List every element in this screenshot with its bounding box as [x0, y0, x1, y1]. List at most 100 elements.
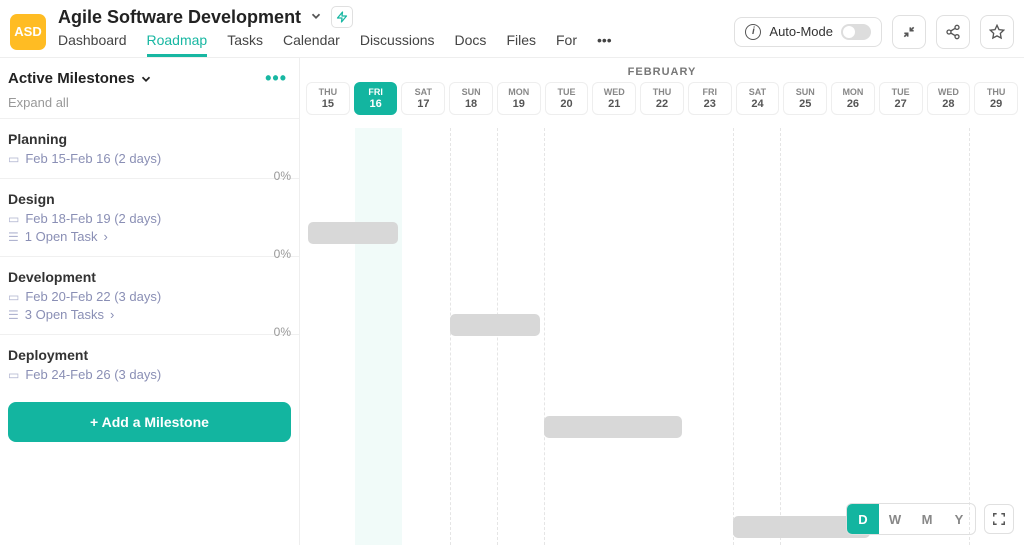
tab-roadmap[interactable]: Roadmap	[147, 32, 208, 57]
calendar-icon: ▭	[8, 152, 19, 166]
milestone-tasks[interactable]: ☰1 Open Task ›	[8, 229, 291, 244]
chevron-down-icon	[139, 72, 153, 86]
milestone-item[interactable]: 0%Deployment▭Feb 24-Feb 26 (3 days)	[0, 334, 299, 394]
day-dow: MON	[498, 87, 540, 97]
milestone-name: Planning	[8, 131, 291, 147]
day-dow: SUN	[450, 87, 492, 97]
day-num: 29	[975, 98, 1017, 110]
chevron-right-icon: ›	[110, 307, 114, 322]
day-num: 22	[641, 98, 683, 110]
month-label: FEBRUARY	[300, 58, 1024, 82]
day-dow: FRI	[355, 87, 397, 97]
tasks-icon: ☰	[8, 230, 19, 244]
tab-docs[interactable]: Docs	[455, 32, 487, 57]
tab-tasks[interactable]: Tasks	[227, 32, 263, 57]
gantt-bar[interactable]	[544, 416, 682, 438]
sidebar-title[interactable]: Active Milestones	[8, 70, 153, 87]
gantt-bar[interactable]	[308, 222, 398, 244]
milestone-name: Deployment	[8, 347, 291, 363]
milestone-item[interactable]: 0%Development▭Feb 20-Feb 22 (3 days)☰3 O…	[0, 256, 299, 334]
calendar-icon: ▭	[8, 212, 19, 226]
zoom-m[interactable]: M	[911, 504, 943, 534]
milestone-dates: ▭Feb 24-Feb 26 (3 days)	[8, 367, 291, 382]
day-num: 25	[784, 98, 826, 110]
sidebar-title-text: Active Milestones	[8, 70, 135, 87]
day-dow: SUN	[784, 87, 826, 97]
zoom-group: DWMY	[846, 503, 976, 535]
timeline-days: THU15FRI16SAT17SUN18MON19TUE20WED21THU22…	[300, 82, 1024, 115]
day-cell[interactable]: TUE27	[879, 82, 923, 115]
day-num: 26	[832, 98, 874, 110]
project-title[interactable]: Agile Software Development	[58, 7, 301, 28]
day-num: 17	[402, 98, 444, 110]
day-cell[interactable]: FRI16	[354, 82, 398, 115]
day-dow: WED	[593, 87, 635, 97]
gantt-bar[interactable]	[450, 314, 540, 336]
milestone-item[interactable]: 0%Design▭Feb 18-Feb 19 (2 days)☰1 Open T…	[0, 178, 299, 256]
tasks-icon: ☰	[8, 308, 19, 322]
star-icon[interactable]	[980, 15, 1014, 49]
chevron-down-icon[interactable]	[309, 9, 323, 26]
day-cell[interactable]: MON19	[497, 82, 541, 115]
collapse-icon[interactable]	[892, 15, 926, 49]
milestone-percent: 0%	[274, 325, 291, 339]
day-num: 19	[498, 98, 540, 110]
more-options-icon[interactable]: •••	[265, 68, 287, 89]
day-dow: THU	[975, 87, 1017, 97]
day-cell[interactable]: FRI23	[688, 82, 732, 115]
day-cell[interactable]: SUN25	[783, 82, 827, 115]
day-num: 18	[450, 98, 492, 110]
day-cell[interactable]: THU15	[306, 82, 350, 115]
day-num: 16	[355, 98, 397, 110]
day-num: 20	[546, 98, 588, 110]
day-cell[interactable]: SUN18	[449, 82, 493, 115]
fullscreen-icon[interactable]	[984, 504, 1014, 534]
tab-discussions[interactable]: Discussions	[360, 32, 435, 57]
calendar-icon: ▭	[8, 290, 19, 304]
expand-all-button[interactable]: Expand all	[0, 95, 299, 118]
milestone-percent: 0%	[274, 169, 291, 183]
day-num: 23	[689, 98, 731, 110]
day-dow: FRI	[689, 87, 731, 97]
day-cell[interactable]: TUE20	[545, 82, 589, 115]
day-dow: SAT	[402, 87, 444, 97]
milestone-tasks[interactable]: ☰3 Open Tasks ›	[8, 307, 291, 322]
nav-tabs: Dashboard Roadmap Tasks Calendar Discussions…	[58, 32, 734, 57]
day-num: 24	[737, 98, 779, 110]
project-badge[interactable]: ASD	[10, 14, 46, 50]
day-dow: TUE	[880, 87, 922, 97]
zoom-w[interactable]: W	[879, 504, 911, 534]
day-cell[interactable]: MON26	[831, 82, 875, 115]
day-cell[interactable]: THU29	[974, 82, 1018, 115]
share-icon[interactable]	[936, 15, 970, 49]
tab-files[interactable]: Files	[506, 32, 536, 57]
milestone-name: Design	[8, 191, 291, 207]
day-num: 21	[593, 98, 635, 110]
day-dow: SAT	[737, 87, 779, 97]
day-cell[interactable]: SAT17	[401, 82, 445, 115]
day-dow: THU	[307, 87, 349, 97]
tab-dashboard[interactable]: Dashboard	[58, 32, 127, 57]
day-dow: THU	[641, 87, 683, 97]
add-milestone-button[interactable]: + Add a Milestone	[8, 402, 291, 442]
tab-for[interactable]: For	[556, 32, 577, 57]
tab-calendar[interactable]: Calendar	[283, 32, 340, 57]
zoom-d[interactable]: D	[847, 504, 879, 534]
more-tabs-icon[interactable]: •••	[597, 32, 612, 57]
day-cell[interactable]: WED28	[927, 82, 971, 115]
milestone-percent: 0%	[274, 247, 291, 261]
lightning-icon[interactable]	[331, 6, 353, 28]
day-cell[interactable]: WED21	[592, 82, 636, 115]
day-num: 27	[880, 98, 922, 110]
auto-mode-label: Auto-Mode	[769, 24, 833, 39]
chevron-right-icon: ›	[104, 229, 108, 244]
toggle-switch[interactable]	[841, 24, 871, 40]
milestone-item[interactable]: Planning ▭Feb 15-Feb 16 (2 days)	[0, 118, 299, 178]
day-dow: TUE	[546, 87, 588, 97]
day-cell[interactable]: SAT24	[736, 82, 780, 115]
day-cell[interactable]: THU22	[640, 82, 684, 115]
auto-mode-toggle[interactable]: i Auto-Mode	[734, 17, 882, 47]
zoom-y[interactable]: Y	[943, 504, 975, 534]
milestone-dates: ▭Feb 15-Feb 16 (2 days)	[8, 151, 291, 166]
day-dow: WED	[928, 87, 970, 97]
